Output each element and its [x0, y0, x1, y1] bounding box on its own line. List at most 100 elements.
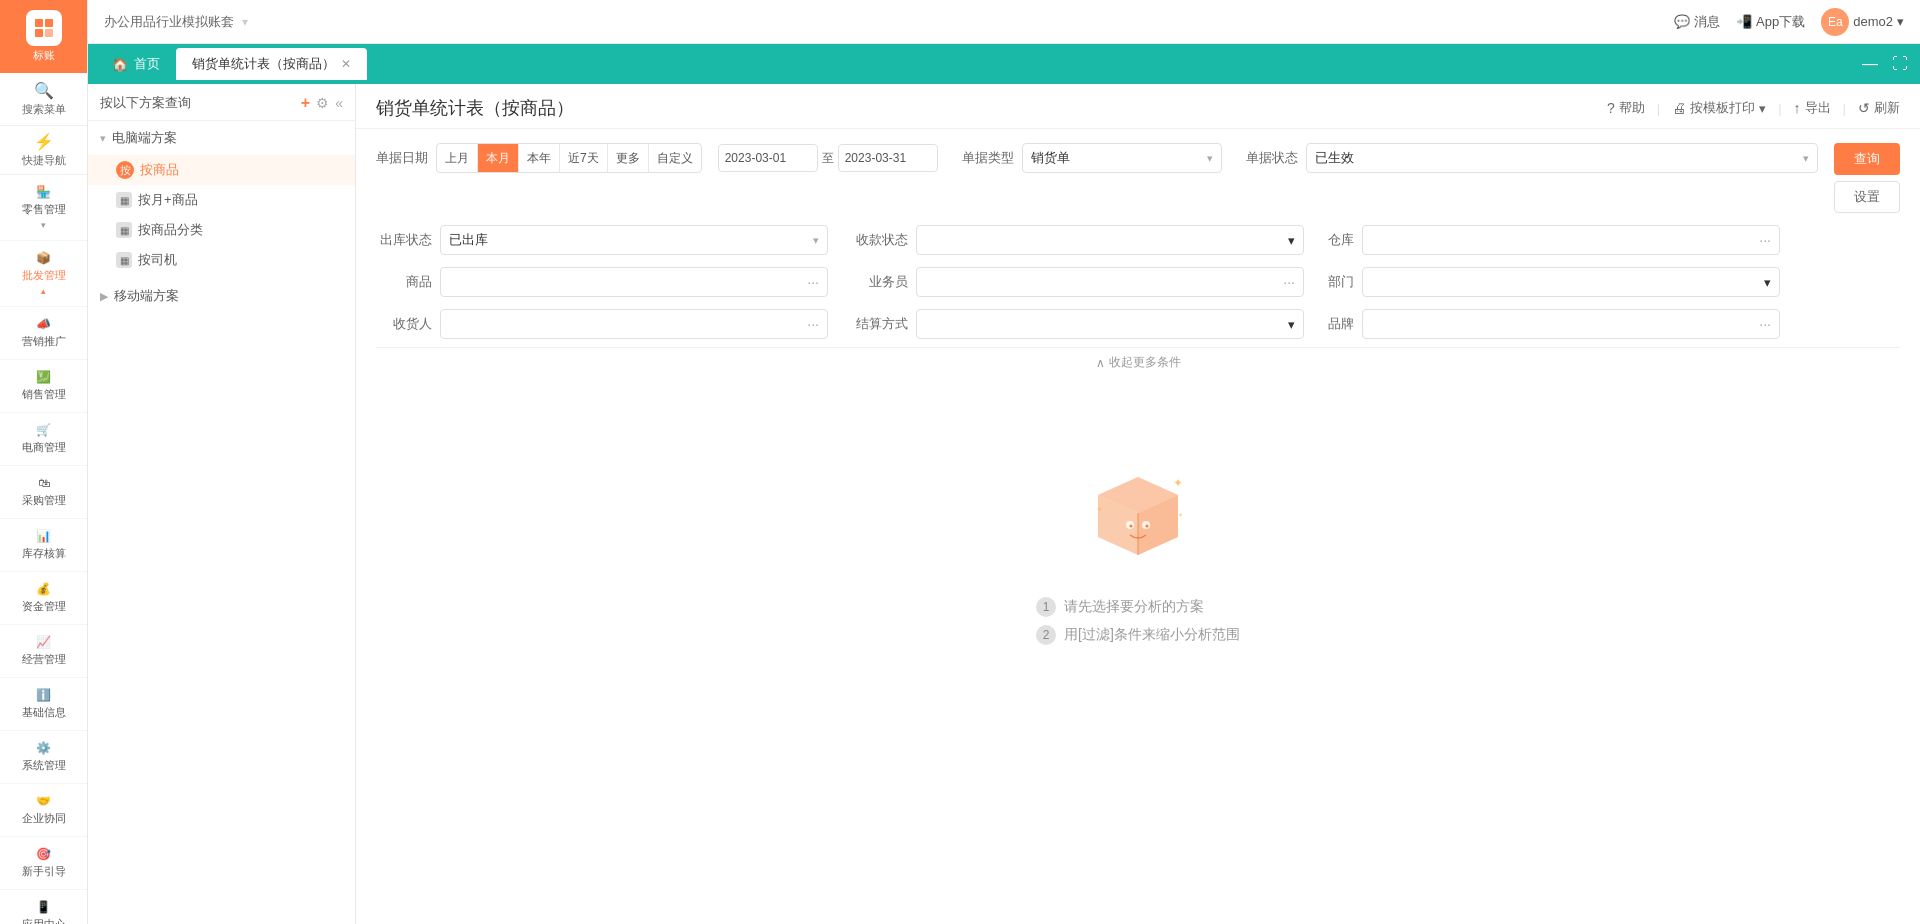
sidebar-item-sales[interactable]: 💹 销售管理: [0, 360, 87, 413]
tip2-num: 2: [1036, 625, 1056, 645]
payment-method-select[interactable]: ▾: [916, 309, 1304, 339]
payment-method-arrow-icon: ▾: [1288, 317, 1295, 332]
sidebar-item-retail[interactable]: 🏪 零售管理 ▾: [0, 175, 87, 241]
svg-rect-0: [35, 19, 43, 27]
date-btn-last-month[interactable]: 上月: [437, 144, 478, 172]
department-label: 部门: [1328, 273, 1354, 291]
date-btn-custom[interactable]: 自定义: [649, 144, 701, 172]
date-btn-this-month[interactable]: 本月: [478, 144, 519, 172]
help-button[interactable]: ? 帮助: [1607, 99, 1645, 117]
tree-group-pc[interactable]: ▾ 电脑端方案: [88, 121, 355, 155]
brand-dots-icon[interactable]: ···: [1759, 316, 1771, 332]
query-button[interactable]: 查询: [1834, 143, 1900, 175]
sidebar-item-marketing[interactable]: 📣 营销推广: [0, 307, 87, 360]
search-menu-item[interactable]: 🔍 搜索菜单: [0, 73, 87, 126]
brand-input[interactable]: ···: [1362, 309, 1780, 339]
tab-sales-stats[interactable]: 销货单统计表（按商品） ✕: [176, 48, 367, 80]
department-arrow-icon: ▾: [1764, 275, 1771, 290]
collapse-bar[interactable]: ∧ 收起更多条件: [376, 347, 1900, 377]
help-icon: ?: [1607, 100, 1615, 116]
date-end-input[interactable]: [838, 144, 938, 172]
product-label: 商品: [376, 273, 432, 291]
warehouse-dots-icon[interactable]: ···: [1759, 232, 1771, 248]
svg-rect-2: [35, 29, 43, 37]
add-scheme-button[interactable]: +: [301, 94, 310, 112]
date-start-input[interactable]: [718, 144, 818, 172]
out-status-label: 出库状态: [376, 231, 432, 249]
payment-status-select[interactable]: ▾: [916, 225, 1304, 255]
retail-label: 零售管理: [22, 202, 66, 217]
doc-type-select[interactable]: 销货单 ▾: [1022, 143, 1222, 173]
tip1-text: 请先选择要分析的方案: [1064, 598, 1204, 616]
template-print-button[interactable]: 🖨 按模板打印 ▾: [1672, 99, 1766, 117]
sidebar-item-enterprise[interactable]: 🤝 企业协同: [0, 784, 87, 837]
quick-nav-item[interactable]: ⚡ 快捷导航: [0, 126, 87, 175]
salesperson-input[interactable]: ···: [916, 267, 1304, 297]
sidebar-item-appstore[interactable]: 📱 应用中心: [0, 890, 87, 924]
refresh-label: 刷新: [1874, 99, 1900, 117]
sidebar-item-operation[interactable]: 📈 经营管理: [0, 625, 87, 678]
message-button[interactable]: 💬 消息: [1674, 13, 1720, 31]
setting-button[interactable]: 设置: [1834, 181, 1900, 213]
scheme-settings-icon[interactable]: ⚙: [316, 95, 329, 111]
product-input[interactable]: ···: [440, 267, 828, 297]
sidebar-item-ecommerce[interactable]: 🛒 电商管理: [0, 413, 87, 466]
header-left: 办公用品行业模拟账套 ▾: [104, 13, 248, 31]
enterprise-icon: 🤝: [36, 794, 51, 808]
by-product-label: 按商品: [140, 161, 179, 179]
download-icon: 📲: [1736, 14, 1752, 29]
export-button[interactable]: ↑ 导出: [1794, 99, 1831, 117]
sidebar-item-basic[interactable]: ℹ️ 基础信息: [0, 678, 87, 731]
app-download-button[interactable]: 📲 App下载: [1736, 13, 1805, 31]
sidebar-item-system[interactable]: ⚙️ 系统管理: [0, 731, 87, 784]
tab-expand-icon[interactable]: ⛶: [1888, 51, 1912, 77]
department-select[interactable]: ▾: [1362, 267, 1780, 297]
receiver-dots-icon[interactable]: ···: [807, 316, 819, 332]
product-dots-icon[interactable]: ···: [807, 274, 819, 290]
salesperson-dots-icon[interactable]: ···: [1283, 274, 1295, 290]
date-btn-last-7days[interactable]: 近7天: [560, 144, 608, 172]
tree-child-by-month-product[interactable]: ▦ 按月+商品: [88, 185, 355, 215]
sidebar-item-wholesale[interactable]: 📦 批发管理 ▴: [0, 241, 87, 307]
sidebar-item-finance[interactable]: 💰 资金管理: [0, 572, 87, 625]
message-label: 消息: [1694, 13, 1720, 31]
sidebar-logo[interactable]: 标账: [0, 0, 87, 73]
wholesale-icon: 📦: [36, 251, 51, 265]
date-btn-more[interactable]: 更多: [608, 144, 649, 172]
export-label: 导出: [1805, 99, 1831, 117]
message-icon: 💬: [1674, 14, 1690, 29]
wholesale-label: 批发管理: [22, 268, 66, 283]
mobile-expand-icon: ▶: [100, 290, 108, 303]
export-icon: ↑: [1794, 100, 1801, 116]
tree-group-mobile[interactable]: ▶ 移动端方案: [88, 279, 355, 313]
sidebar-item-purchase[interactable]: 🛍 采购管理: [0, 466, 87, 519]
mobile-group-label: 移动端方案: [114, 287, 179, 305]
warehouse-input[interactable]: ···: [1362, 225, 1780, 255]
tree-child-by-category[interactable]: ▦ 按商品分类: [88, 215, 355, 245]
tree-child-by-cashier[interactable]: ▦ 按司机: [88, 245, 355, 275]
collapse-panel-icon[interactable]: «: [335, 95, 343, 111]
purchase-icon: 🛍: [38, 476, 50, 490]
nav-label: 快捷导航: [22, 153, 66, 168]
out-status-select[interactable]: 已出库 ▾: [440, 225, 828, 255]
collapse-up-icon: ∧: [1096, 356, 1105, 370]
refresh-button[interactable]: ↺ 刷新: [1858, 99, 1900, 117]
tab-home[interactable]: 🏠 首页: [96, 48, 176, 80]
doc-status-arrow-icon: ▾: [1803, 152, 1809, 165]
sidebar-item-inventory[interactable]: 📊 库存核算: [0, 519, 87, 572]
user-menu[interactable]: Ea demo2 ▾: [1821, 8, 1904, 36]
date-btn-this-year[interactable]: 本年: [519, 144, 560, 172]
doc-status-select[interactable]: 已生效 ▾: [1306, 143, 1818, 173]
right-panel: 销货单统计表（按商品） ? 帮助 | 🖨 按模板打印 ▾ | ↑: [356, 84, 1920, 924]
page-title-row: 销货单统计表（按商品） ? 帮助 | 🖨 按模板打印 ▾ | ↑: [356, 84, 1920, 129]
category-icon: ▦: [116, 222, 132, 238]
tab-close-icon[interactable]: ✕: [341, 57, 351, 71]
sidebar-item-newbie[interactable]: 🎯 新手引导: [0, 837, 87, 890]
tree-child-by-product[interactable]: 按 按商品: [88, 155, 355, 185]
cashier-icon: ▦: [116, 252, 132, 268]
system-label: 系统管理: [22, 758, 66, 773]
tab-minimize-icon[interactable]: —: [1858, 51, 1882, 77]
by-cashier-label: 按司机: [138, 251, 177, 269]
receiver-input[interactable]: ···: [440, 309, 828, 339]
top-header: 办公用品行业模拟账套 ▾ 💬 消息 📲 App下载 Ea demo2 ▾: [88, 0, 1920, 44]
